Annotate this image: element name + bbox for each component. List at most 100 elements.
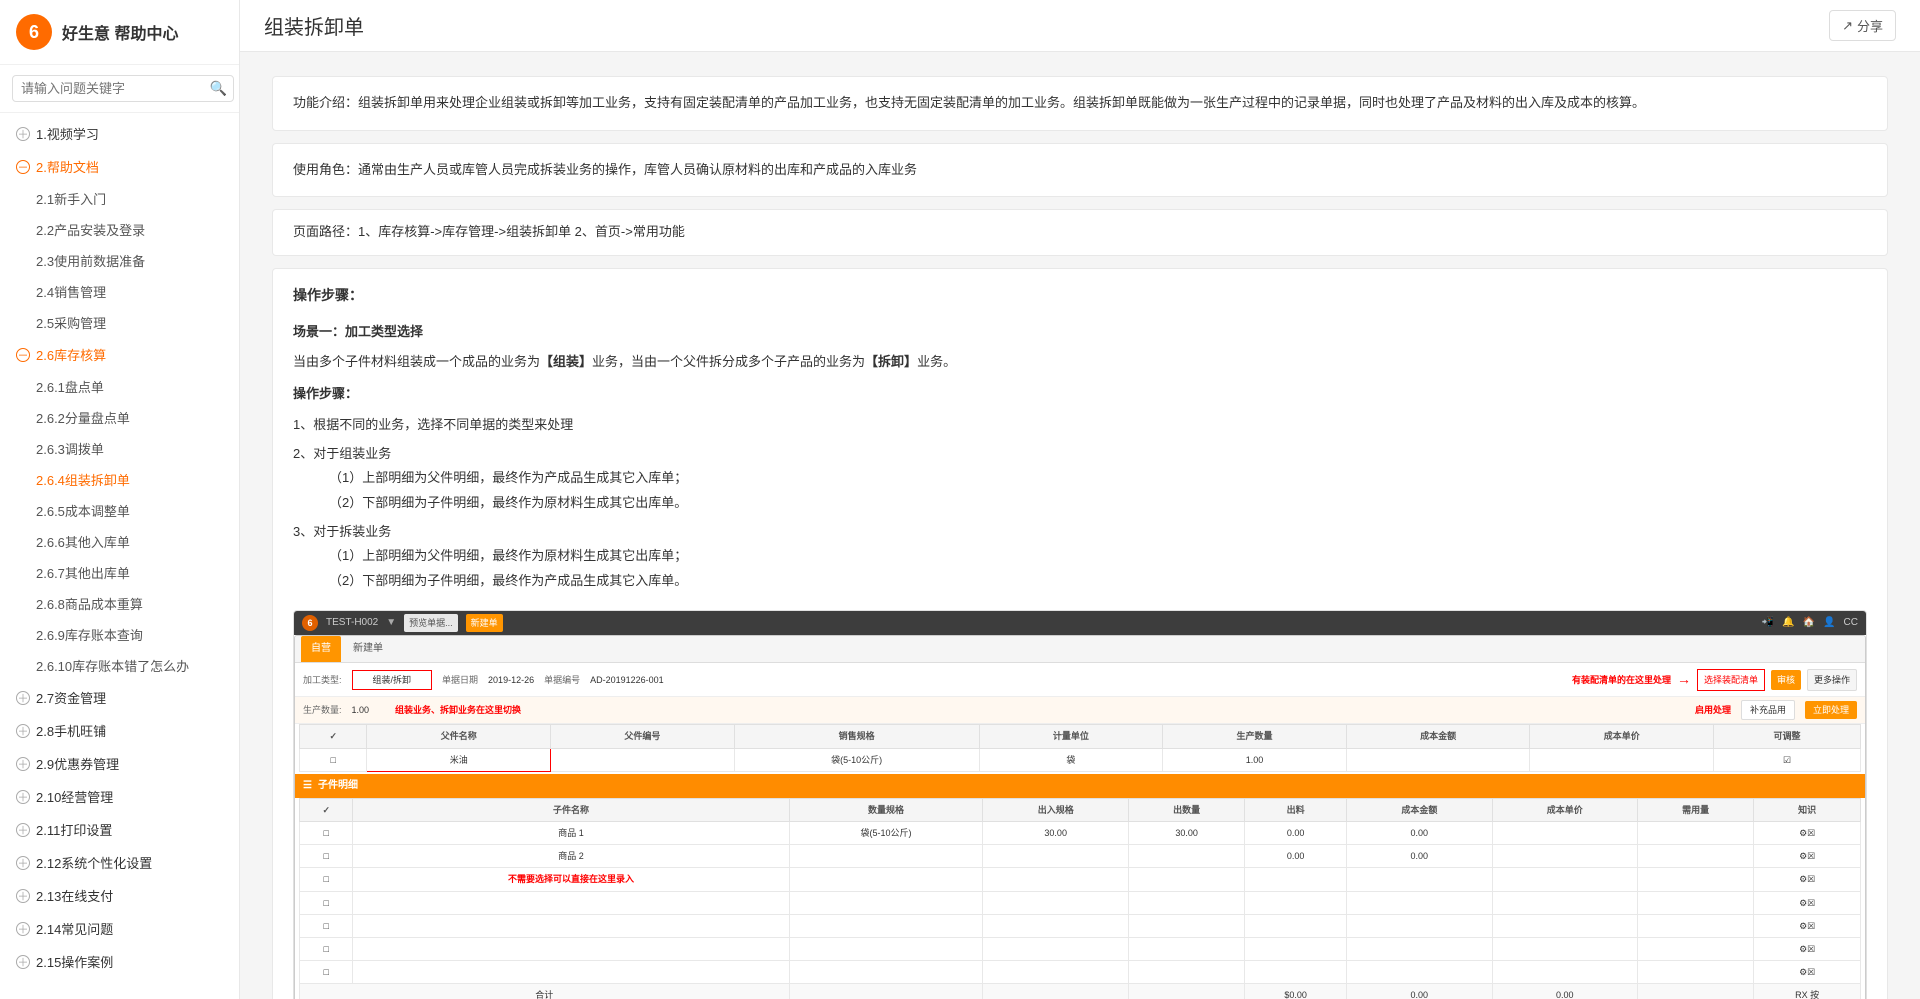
sidebar-item-stock-count[interactable]: 2.6.1盘点单 xyxy=(0,371,239,402)
bcol-material: 出料 xyxy=(1245,798,1347,821)
bcell-2-qty-spec xyxy=(789,845,983,868)
form-type-select[interactable]: 组装/拆卸 xyxy=(352,670,433,690)
sidebar-item-other-out[interactable]: 2.6.7其他出库单 xyxy=(0,557,239,588)
sidebar-item-mobile[interactable]: ＋ 2.8手机旺铺 xyxy=(0,714,239,747)
bcell-7-out-qty xyxy=(1128,961,1244,984)
sidebar-item-new-user[interactable]: 2.1新手入门 xyxy=(0,183,239,214)
bcell-4-check[interactable]: □ xyxy=(300,891,353,914)
screen-more-btn[interactable]: 更多操作 xyxy=(1807,669,1857,691)
cell-adj-1[interactable]: ☑ xyxy=(1714,748,1861,771)
app-icon-3: 🏠 xyxy=(1803,614,1815,632)
bcol-name: 子件名称 xyxy=(353,798,789,821)
sidebar-item-cases[interactable]: ＋ 2.15操作案例 xyxy=(0,945,239,978)
top-table: ✓ 父件名称 父件编号 销售规格 计量单位 生产数量 成本金额 成本单价 可调整 xyxy=(299,724,1861,771)
sub-input[interactable]: 补充品用 xyxy=(1741,700,1795,720)
confirm-btn[interactable]: 立即处理 xyxy=(1805,701,1857,719)
bcell-7-req-qty xyxy=(1637,961,1753,984)
screen-btn-prev[interactable]: 预览单据... xyxy=(404,614,458,632)
sidebar-item-sub-count[interactable]: 2.6.2分量盘点单 xyxy=(0,402,239,433)
sidebar-item-other-in[interactable]: 2.6.6其他入库单 xyxy=(0,526,239,557)
content-area: 功能介绍：组装拆卸单用来处理企业组装或拆卸等加工业务，支持有固定装配清单的产品加… xyxy=(240,52,1920,999)
bcell-4-name[interactable] xyxy=(353,891,789,914)
bcell-4-extra[interactable]: ⚙☒ xyxy=(1754,891,1861,914)
share-button[interactable]: ↗ 分享 xyxy=(1829,10,1896,41)
screen-new-tab[interactable]: 新建单 xyxy=(466,614,503,632)
bcell-2-name[interactable]: 商品 2 xyxy=(353,845,789,868)
app-icon-4: 👤 xyxy=(1823,614,1835,632)
sidebar-item-ops[interactable]: ＋ 2.10经营管理 xyxy=(0,780,239,813)
toggle-bar[interactable]: ☰ 子件明细 xyxy=(295,774,1865,798)
sidebar-item-assembly[interactable]: 2.6.4组装拆卸单 xyxy=(0,464,239,495)
sidebar-item-online-pay[interactable]: ＋ 2.13在线支付 xyxy=(0,879,239,912)
bcell-6-check[interactable]: □ xyxy=(300,937,353,960)
sidebar-item-data-prep[interactable]: 2.3使用前数据准备 xyxy=(0,245,239,276)
sidebar-item-video[interactable]: ＋ 1.视频学习 xyxy=(0,117,239,150)
sidebar-item-inventory[interactable]: － 2.6库存核算 xyxy=(0,338,239,371)
bcell-5-cost-amt xyxy=(1347,914,1492,937)
annotation-bottom: 组装业务、拆卸业务在这里切换 xyxy=(395,702,521,718)
bcell-5-req-qty xyxy=(1637,914,1753,937)
cell-check-1[interactable]: □ xyxy=(300,748,367,771)
sidebar-item-cost-calc[interactable]: 2.6.8商品成本重算 xyxy=(0,588,239,619)
bcell-1-check[interactable]: □ xyxy=(300,821,353,844)
toggle-label: 子件明细 xyxy=(318,777,358,795)
col-cost-price: 成本单价 xyxy=(1530,725,1714,748)
bcell-1-material: 0.00 xyxy=(1245,821,1347,844)
sidebar-item-adjust[interactable]: 2.6.3调拨单 xyxy=(0,433,239,464)
table-row-1: □ 米油 袋(5-10公斤) 袋 1.00 ☑ xyxy=(300,748,1861,771)
sidebar-item-coupon[interactable]: ＋ 2.9优惠券管理 xyxy=(0,747,239,780)
sidebar-item-stock-query[interactable]: 2.6.9库存账本查询 xyxy=(0,619,239,650)
cell-parent-name-1[interactable]: 米油 xyxy=(367,748,551,771)
plus-icon-online-pay: ＋ xyxy=(16,889,30,903)
inner-tab-new[interactable]: 新建单 xyxy=(343,636,393,662)
bcell-7-check[interactable]: □ xyxy=(300,961,353,984)
sidebar-item-stock-err[interactable]: 2.6.10库存账本错了怎么办 xyxy=(0,650,239,681)
inner-tab-active[interactable]: 自营 xyxy=(301,636,341,662)
bcell-5-check[interactable]: □ xyxy=(300,914,353,937)
red-outlined-btn[interactable]: 选择装配清单 xyxy=(1697,669,1765,691)
role-intro-text: 使用角色：通常由生产人员或库管人员完成拆装业务的操作，库管人员确认原材料的出库和… xyxy=(293,162,917,177)
bcell-3-out-spec xyxy=(983,868,1128,891)
search-box[interactable]: 🔍 xyxy=(0,65,239,113)
sidebar-item-sales[interactable]: 2.4销售管理 xyxy=(0,276,239,307)
scenario1-desc: 当由多个子件材料组装成一个成品的业务为【组装】业务，当由一个父件拆分成多个子产品… xyxy=(293,350,1867,375)
bcell-3-extra[interactable]: ⚙☒ xyxy=(1754,868,1861,891)
screen-action-btn[interactable]: 审核 xyxy=(1771,670,1801,690)
sidebar-item-cost-adjust[interactable]: 2.6.5成本调整单 xyxy=(0,495,239,526)
bcell-4-req-qty xyxy=(1637,891,1753,914)
sidebar-item-customize[interactable]: ＋ 2.12系统个性化设置 xyxy=(0,846,239,879)
bcell-3-name[interactable]: 不需要选择可以直接在这里录入 xyxy=(353,868,789,891)
bcell-7-cost-amt xyxy=(1347,961,1492,984)
footer-blank7: RX 按 xyxy=(1754,984,1861,999)
bcell-6-cost-amt xyxy=(1347,937,1492,960)
sidebar-item-finance[interactable]: ＋ 2.7资金管理 xyxy=(0,681,239,714)
footer-blank6 xyxy=(1637,984,1753,999)
bcell-1-cost-price xyxy=(1492,821,1637,844)
bcell-7-extra[interactable]: ⚙☒ xyxy=(1754,961,1861,984)
bcell-5-extra[interactable]: ⚙☒ xyxy=(1754,914,1861,937)
bcell-5-material xyxy=(1245,914,1347,937)
step2-1: （1）上部明细为父件明细，最终作为产成品生成其它入库单； xyxy=(329,466,1867,491)
bcell-1-name[interactable]: 商品 1 xyxy=(353,821,789,844)
bcell-4-out-spec xyxy=(983,891,1128,914)
bcell-6-extra[interactable]: ⚙☒ xyxy=(1754,937,1861,960)
bcell-3-check[interactable]: □ xyxy=(300,868,353,891)
bcell-2-check[interactable]: □ xyxy=(300,845,353,868)
sidebar-item-purchase[interactable]: 2.5采购管理 xyxy=(0,307,239,338)
bcell-2-extra[interactable]: ⚙☒ xyxy=(1754,845,1861,868)
bcell-3-material xyxy=(1245,868,1347,891)
sidebar-item-install[interactable]: 2.2产品安装及登录 xyxy=(0,214,239,245)
bcell-1-extra[interactable]: ⚙☒ xyxy=(1754,821,1861,844)
bcell-7-cost-price xyxy=(1492,961,1637,984)
bcell-7-name[interactable] xyxy=(353,961,789,984)
sidebar-item-print[interactable]: ＋ 2.11打印设置 xyxy=(0,813,239,846)
sidebar-item-faq[interactable]: ＋ 2.14常见问题 xyxy=(0,912,239,945)
cell-sales-spec-1: 袋(5-10公斤) xyxy=(734,748,979,771)
bcell-5-name[interactable] xyxy=(353,914,789,937)
bcell-6-name[interactable] xyxy=(353,937,789,960)
bcol-extra: 知识 xyxy=(1754,798,1861,821)
plus-icon-mobile: ＋ xyxy=(16,724,30,738)
search-input[interactable] xyxy=(12,75,234,102)
footer-label: 合计 xyxy=(300,984,790,999)
sidebar-item-docs[interactable]: － 2.帮助文档 xyxy=(0,150,239,183)
